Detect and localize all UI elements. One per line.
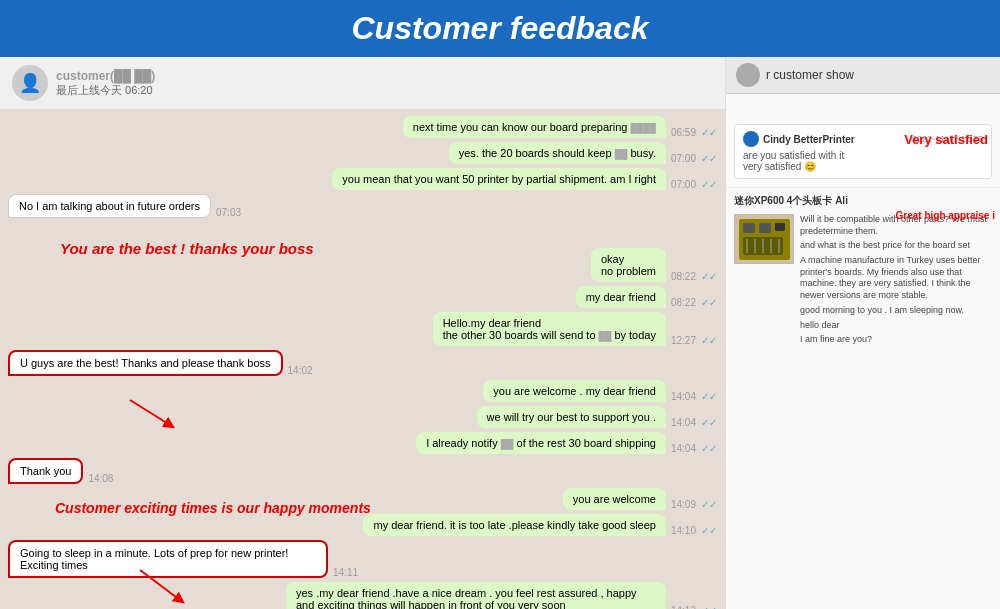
review-item: A machine manufacture in Turkey uses bet… (800, 255, 992, 302)
message-bubble: my dear friend (576, 286, 666, 308)
avatar: 👤 (12, 65, 48, 101)
product-reviews: Will it be compatible with other parts? … (800, 214, 992, 349)
message-bubble: you are welcome (563, 488, 666, 510)
page-header: Customer feedback (0, 0, 1000, 57)
message-bubble: we will try our best to support you . (477, 406, 666, 428)
message-bubble: you mean that you want 50 printer by par… (332, 168, 666, 190)
message-bubble-highlight: U guys are the best! Thanks and please t… (8, 350, 283, 376)
product-section: 迷你XP600 4个头板卡 Ali Great high appraise i (726, 187, 1000, 353)
message-bubble: okayno problem (591, 248, 666, 282)
right-panel-title: r customer show (766, 68, 854, 82)
chat-panel: 👤 customer(██ ██) 最后上线今天 06:20 next time… (0, 57, 725, 609)
contact-info: customer(██ ██) 最后上线今天 06:20 (56, 69, 155, 98)
message-bubble-highlight: Thank you (8, 458, 83, 484)
msg-row: yes .my dear friend .have a nice dream .… (8, 582, 717, 609)
very-satisfied-label: Very satisfied (904, 132, 988, 147)
contact-status: 最后上线今天 06:20 (56, 83, 155, 98)
contact-avatar-right (736, 63, 760, 87)
msg-row: next time you can know our board prepari… (8, 116, 717, 138)
svg-rect-3 (743, 223, 755, 233)
review-answer: very satisfied 😊 (743, 161, 983, 172)
message-bubble: yes .my dear friend .have a nice dream .… (286, 582, 666, 609)
message-bubble: my dear friend. it is too late .please k… (363, 514, 666, 536)
msg-row: Going to sleep in a minute. Lots of prep… (8, 540, 717, 578)
reviewer-avatar (743, 131, 759, 147)
msg-row: okayno problem 08:22✓✓ (8, 248, 717, 282)
message-bubble: next time you can know our board prepari… (403, 116, 666, 138)
message-bubble: yes. the 20 boards should keep ██ busy. (449, 142, 666, 164)
msg-row: yes. the 20 boards should keep ██ busy. … (8, 142, 717, 164)
review-item: and what is the best price for the board… (800, 240, 992, 252)
header-title: Customer feedback (352, 10, 649, 46)
right-panel: r customer show Very satisfied Cindy Bet… (725, 57, 1000, 609)
review-item: hello dear (800, 320, 992, 332)
review-item: good morning to you . I am sleeping now. (800, 305, 992, 317)
msg-row: we will try our best to support you . 14… (8, 406, 717, 428)
msg-row: No I am talking about in future orders 0… (8, 194, 717, 218)
message-bubble-highlight: Going to sleep in a minute. Lots of prep… (8, 540, 328, 578)
review-item: I am fine are you? (800, 334, 992, 346)
main-content: 👤 customer(██ ██) 最后上线今天 06:20 next time… (0, 57, 1000, 609)
chat-header: 👤 customer(██ ██) 最后上线今天 06:20 (0, 57, 725, 110)
right-panel-header: r customer show (726, 57, 1000, 94)
message-bubble: you are welcome . my dear friend (483, 380, 666, 402)
product-row: Will it be compatible with other parts? … (726, 210, 1000, 353)
reviewer-name: Cindy BetterPrinter (763, 134, 855, 145)
svg-rect-4 (759, 223, 771, 233)
msg-row: U guys are the best! Thanks and please t… (8, 350, 717, 376)
msg-row: you are welcome 14:09✓✓ (8, 488, 717, 510)
contact-name: customer(██ ██) (56, 69, 155, 83)
msg-row: you mean that you want 50 printer by par… (8, 168, 717, 190)
msg-row: Hello.my dear friendthe other 30 boards … (8, 312, 717, 346)
great-appraise-label: Great high appraise i (896, 210, 995, 221)
message-bubble-highlight: No I am talking about in future orders (8, 194, 211, 218)
msg-row: you are welcome . my dear friend 14:04✓✓ (8, 380, 717, 402)
svg-rect-5 (775, 223, 785, 231)
product-title: 迷你XP600 4个头板卡 Ali (726, 192, 1000, 210)
board-svg (737, 217, 792, 262)
product-image (734, 214, 794, 264)
message-bubble: Hello.my dear friendthe other 30 boards … (433, 312, 666, 346)
review-question: are you satisfied with it (743, 150, 983, 161)
msg-row: Thank you 14:08 (8, 458, 717, 484)
msg-row: I already notify ██ of the rest 30 board… (8, 432, 717, 454)
msg-row: my dear friend. it is too late .please k… (8, 514, 717, 536)
message-bubble: I already notify ██ of the rest 30 board… (416, 432, 666, 454)
msg-row: my dear friend 08:22✓✓ (8, 286, 717, 308)
